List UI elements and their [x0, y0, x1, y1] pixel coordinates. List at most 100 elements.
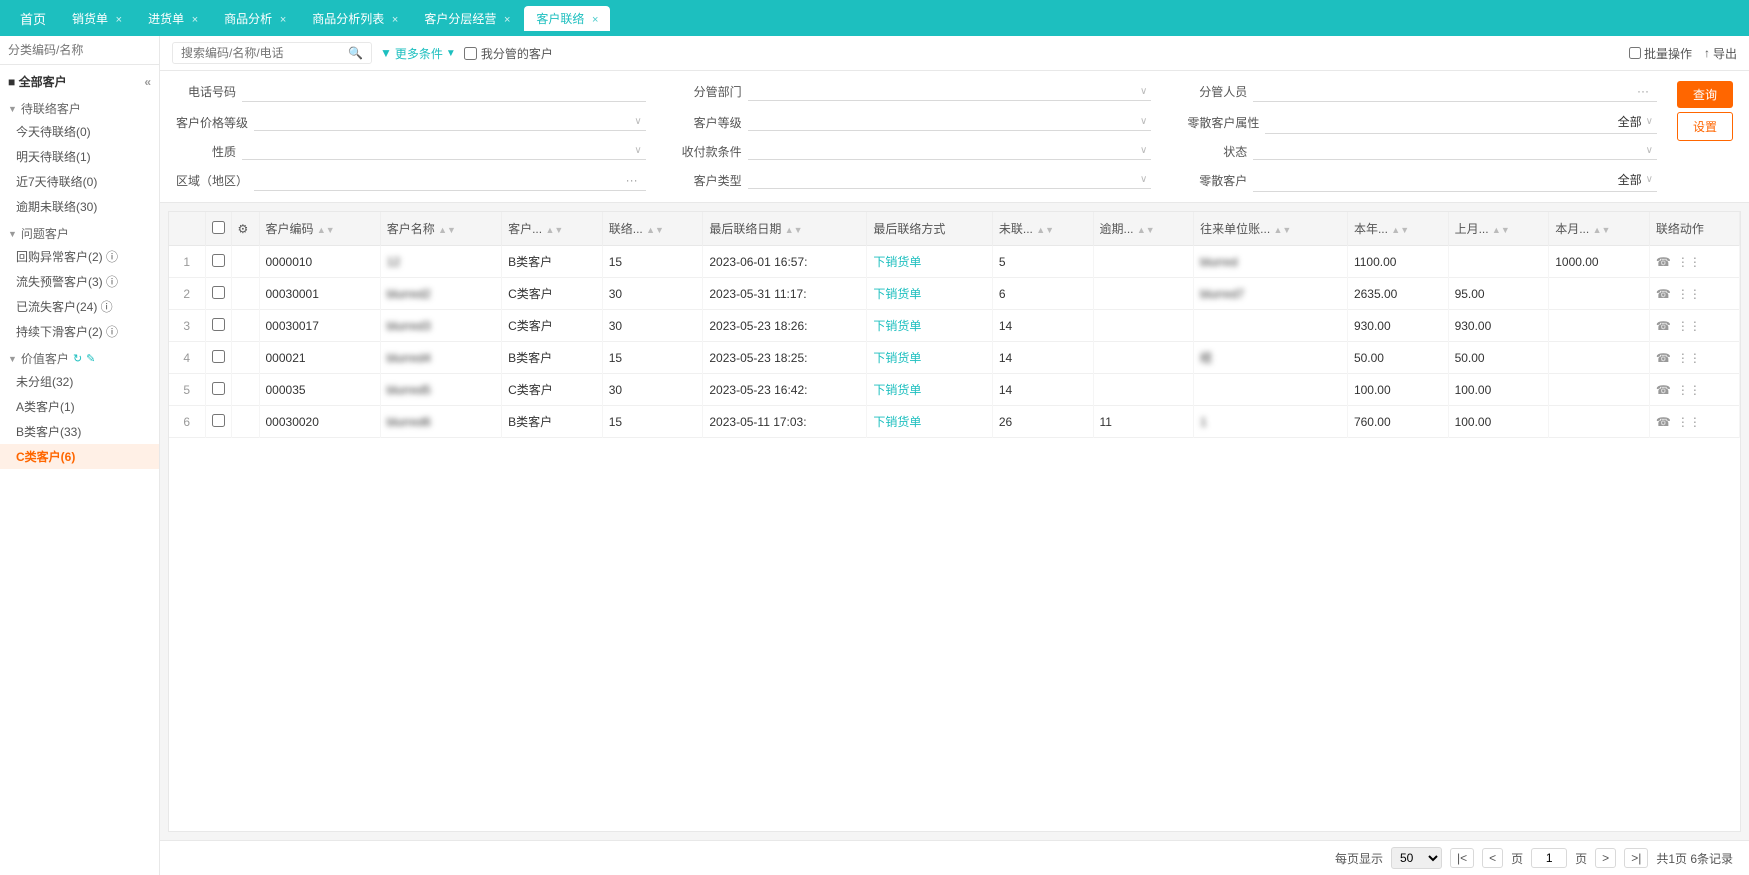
edit-icon[interactable]: ✎ — [86, 352, 95, 365]
page-number-input[interactable] — [1531, 848, 1567, 868]
filter-status-select[interactable]: ∨ — [1253, 142, 1657, 160]
sidebar-item-declining[interactable]: 持续下滑客户(2) ⓘ — [0, 319, 159, 344]
sort-icon[interactable]: ▲▼ — [1274, 225, 1292, 235]
sort-icon[interactable]: ▲▼ — [1391, 225, 1409, 235]
more-actions-icon[interactable]: ⋮⋮ — [1677, 319, 1701, 333]
filter-region-select[interactable]: ··· — [254, 170, 646, 191]
sidebar-item-7days[interactable]: 近7天待联络(0) — [0, 169, 159, 194]
filter-label-payment: 收付款条件 — [682, 143, 742, 160]
phone-icon[interactable]: ☎ — [1656, 255, 1671, 269]
sidebar-item-abnormal[interactable]: 回购异常客户(2) ⓘ — [0, 244, 159, 269]
per-page-select[interactable]: 50 100 200 — [1391, 847, 1442, 869]
sidebar-item-ungrouped[interactable]: 未分组(32) — [0, 369, 159, 394]
close-icon[interactable]: × — [592, 14, 598, 26]
row-checkbox[interactable] — [212, 382, 225, 395]
filter-phone-input[interactable] — [242, 81, 646, 102]
sort-icon[interactable]: ▲▼ — [438, 225, 456, 235]
sort-icon[interactable]: ▲▼ — [1492, 225, 1510, 235]
more-actions-icon[interactable]: ⋮⋮ — [1677, 351, 1701, 365]
last-method-link[interactable]: 下销货单 — [873, 351, 921, 365]
overdue-days: 11 — [1093, 406, 1194, 438]
phone-icon[interactable]: ☎ — [1656, 287, 1671, 301]
last-method-link[interactable]: 下销货单 — [873, 319, 921, 333]
last-method-link[interactable]: 下销货单 — [873, 415, 921, 429]
phone-icon[interactable]: ☎ — [1656, 415, 1671, 429]
more-actions-icon[interactable]: ⋮⋮ — [1677, 255, 1701, 269]
gear-icon[interactable]: ⚙ — [238, 222, 249, 236]
more-icon[interactable]: ··· — [1637, 84, 1649, 98]
filter-payment-select[interactable]: ∨ — [748, 142, 1152, 160]
close-icon[interactable]: × — [504, 14, 510, 26]
collapse-icon[interactable]: « — [144, 75, 151, 89]
row-checkbox[interactable] — [212, 414, 225, 427]
my-customers-checkbox[interactable]: 我分管的客户 — [464, 45, 553, 62]
sidebar-item-lost[interactable]: 已流失客户(24) ⓘ — [0, 294, 159, 319]
sidebar-item-class-b[interactable]: B类客户(33) — [0, 419, 159, 444]
tab-customer-contact[interactable]: 客户联络 × — [524, 6, 610, 31]
sidebar-item-today[interactable]: 今天待联络(0) — [0, 119, 159, 144]
sort-icon[interactable]: ▲▼ — [1036, 225, 1054, 235]
tab-home[interactable]: 首页 — [8, 5, 58, 32]
refresh-icon[interactable]: ↻ — [73, 352, 82, 365]
sidebar-item-class-c[interactable]: C类客户(6) — [0, 444, 159, 469]
batch-operations-button[interactable]: 批量操作 — [1629, 45, 1692, 62]
phone-icon[interactable]: ☎ — [1656, 383, 1671, 397]
last-method-link[interactable]: 下销货单 — [873, 383, 921, 397]
filter-search-input[interactable] — [181, 46, 344, 60]
last-method-link[interactable]: 下销货单 — [873, 255, 921, 269]
batch-op-check[interactable] — [1629, 47, 1641, 59]
sidebar-search-input[interactable] — [8, 43, 160, 57]
more-conditions-button[interactable]: ▼ 更多条件 ▼ — [380, 45, 456, 62]
close-icon[interactable]: × — [192, 14, 198, 26]
filter-price-level-select[interactable]: ∨ — [254, 113, 646, 131]
more-actions-icon[interactable]: ⋮⋮ — [1677, 287, 1701, 301]
tab-customer-stratification[interactable]: 客户分层经营 × — [412, 6, 522, 31]
sort-icon[interactable]: ▲▼ — [1137, 225, 1155, 235]
filter-scatter-customer-select[interactable]: 全部 ∨ — [1253, 168, 1657, 192]
sort-icon[interactable]: ▲▼ — [646, 225, 664, 235]
filter-customer-level-select[interactable]: ∨ — [748, 113, 1152, 131]
row-checkbox[interactable] — [212, 254, 225, 267]
row-checkbox[interactable] — [212, 286, 225, 299]
filter-customer-type-select[interactable]: ∨ — [748, 171, 1152, 189]
tab-purchase[interactable]: 进货单 × — [136, 6, 210, 31]
more-actions-icon[interactable]: ⋮⋮ — [1677, 415, 1701, 429]
my-customers-check[interactable] — [464, 47, 477, 60]
more-icon[interactable]: ··· — [626, 173, 638, 187]
export-button[interactable]: ↑ 导出 — [1704, 45, 1737, 62]
phone-icon[interactable]: ☎ — [1656, 319, 1671, 333]
sidebar-item-warning[interactable]: 流失预警客户(3) ⓘ — [0, 269, 159, 294]
first-page-button[interactable]: |< — [1450, 848, 1474, 868]
filter-scatter-attr-select[interactable]: 全部 ∨ — [1265, 110, 1657, 134]
sort-icon[interactable]: ▲▼ — [1593, 225, 1611, 235]
row-checkbox[interactable] — [212, 318, 225, 331]
query-button[interactable]: 查询 — [1677, 81, 1733, 108]
tab-product-analysis[interactable]: 商品分析 × — [212, 6, 298, 31]
settings-button[interactable]: 设置 — [1677, 112, 1733, 141]
last-month-amount: 100.00 — [1448, 406, 1549, 438]
phone-icon[interactable]: ☎ — [1656, 351, 1671, 365]
close-icon[interactable]: × — [116, 14, 122, 26]
sort-icon[interactable]: ▲▼ — [545, 225, 563, 235]
tab-sales[interactable]: 销货单 × — [60, 6, 134, 31]
sort-icon[interactable]: ▲▼ — [317, 225, 335, 235]
select-all-checkbox[interactable] — [212, 221, 225, 234]
close-icon[interactable]: × — [280, 14, 286, 26]
tab-product-analysis-list[interactable]: 商品分析列表 × — [300, 6, 410, 31]
sort-icon[interactable]: ▲▼ — [785, 225, 803, 235]
prev-page-button[interactable]: < — [1482, 848, 1503, 868]
close-icon[interactable]: × — [392, 14, 398, 26]
filter-nature-select[interactable]: ∨ — [242, 142, 646, 160]
filter-person-select[interactable]: ··· — [1253, 81, 1657, 102]
sidebar-item-tomorrow[interactable]: 明天待联络(1) — [0, 144, 159, 169]
filter-dept-select[interactable]: ∨ — [748, 83, 1152, 101]
all-customers-title[interactable]: ■ 全部客户 « — [0, 65, 159, 94]
row-checkbox[interactable] — [212, 350, 225, 363]
sidebar-item-overdue[interactable]: 逾期未联络(30) — [0, 194, 159, 219]
search-icon[interactable]: 🔍 — [348, 46, 363, 60]
sidebar-item-class-a[interactable]: A类客户(1) — [0, 394, 159, 419]
more-actions-icon[interactable]: ⋮⋮ — [1677, 383, 1701, 397]
next-page-button[interactable]: > — [1595, 848, 1616, 868]
last-method-link[interactable]: 下销货单 — [873, 287, 921, 301]
last-page-button[interactable]: >| — [1624, 848, 1648, 868]
